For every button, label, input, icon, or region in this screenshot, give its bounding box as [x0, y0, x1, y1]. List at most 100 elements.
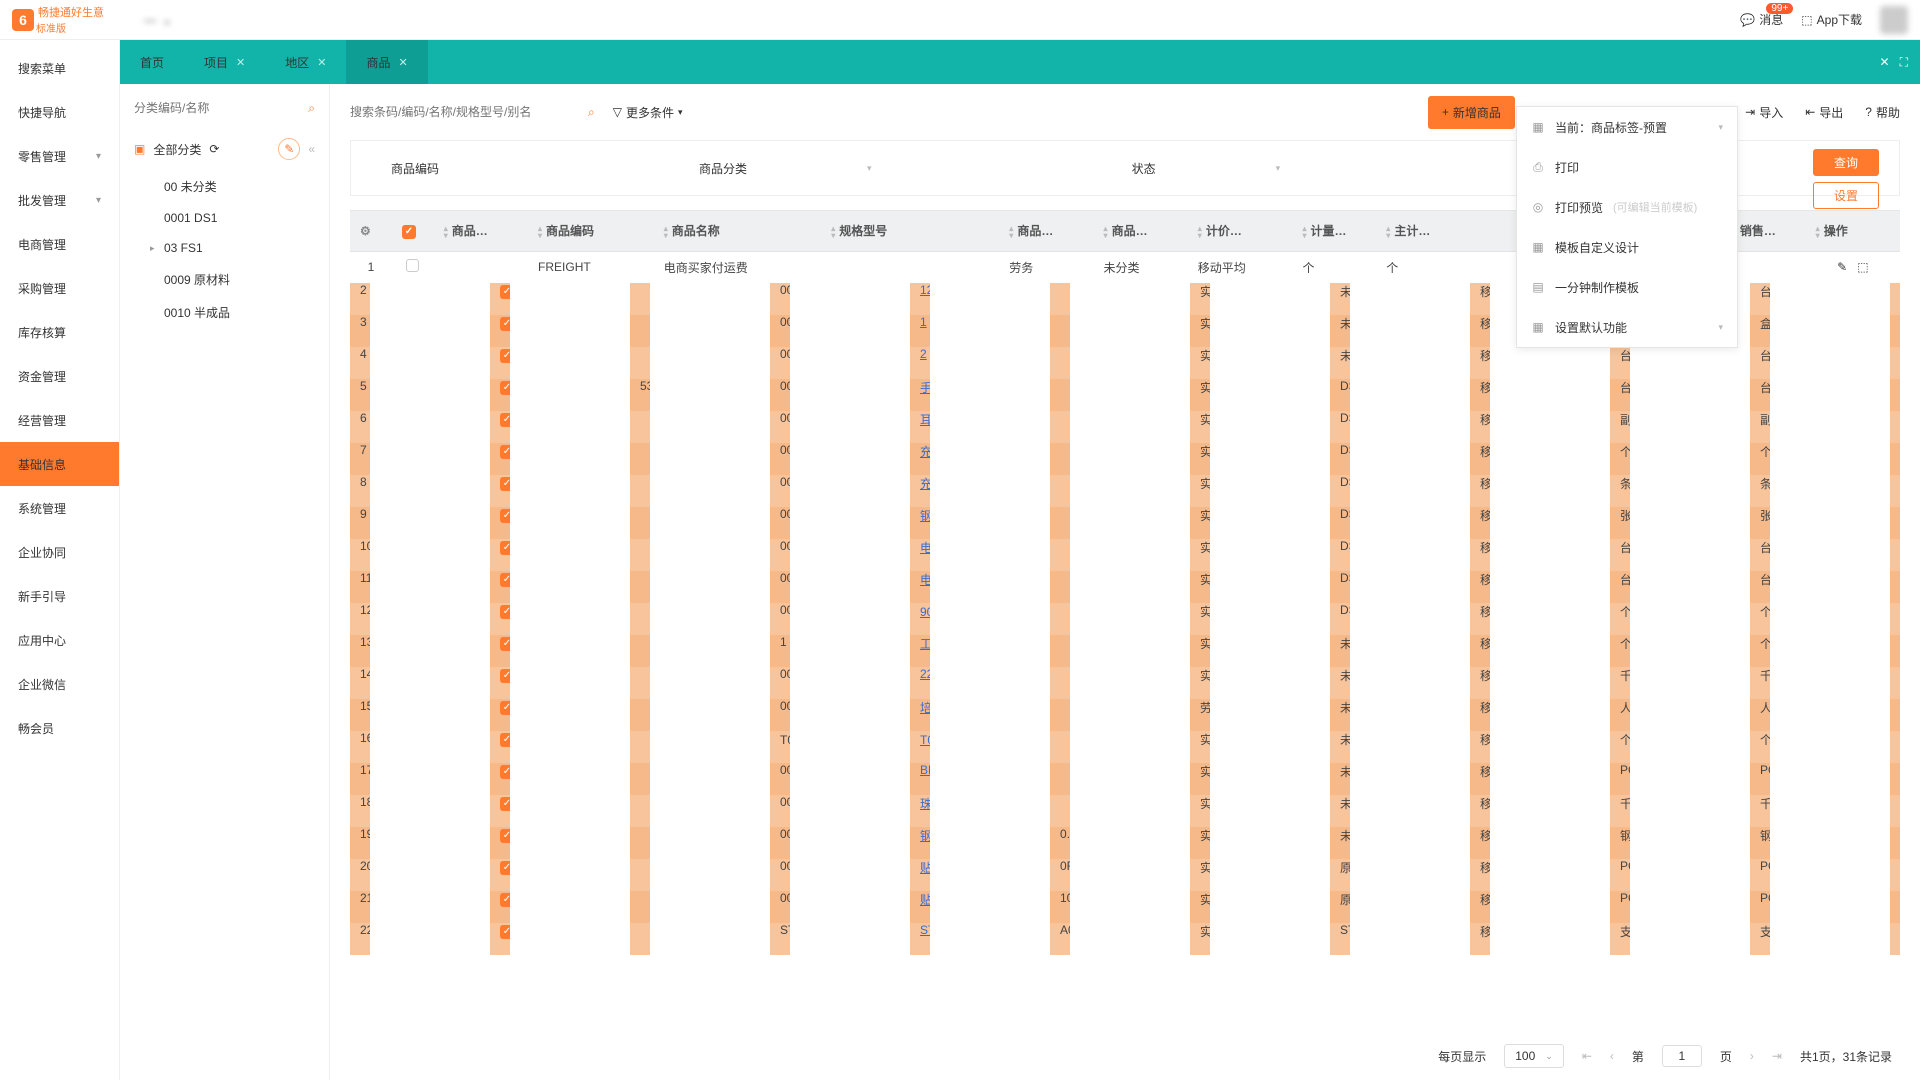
row-checkbox[interactable]: ✓: [500, 541, 510, 555]
pager-next-icon[interactable]: ›: [1750, 1049, 1754, 1063]
sidebar-item[interactable]: 新手引导: [0, 574, 119, 618]
tab[interactable]: 首页: [120, 40, 184, 84]
row-checkbox[interactable]: ✓: [500, 349, 510, 363]
tree-search-input[interactable]: [134, 101, 300, 115]
print-menu-item[interactable]: ▦设置默认功能▾: [1517, 307, 1737, 347]
product-name-link[interactable]: 1: [920, 315, 927, 329]
column-header[interactable]: ▴▾商品编码: [528, 211, 654, 251]
sidebar-item[interactable]: 库存核算: [0, 310, 119, 354]
product-name-link[interactable]: 电脑主机: [920, 573, 930, 587]
print-menu-item[interactable]: ◎打印预览(可编辑当前模板): [1517, 187, 1737, 227]
filter-category-select[interactable]: 商品分类▾: [699, 160, 872, 177]
app-download-button[interactable]: ⬚ App下载: [1801, 11, 1862, 28]
product-name-link[interactable]: 90小: [920, 605, 930, 619]
page-input[interactable]: [1662, 1045, 1702, 1067]
print-menu-item[interactable]: ⎙打印: [1517, 147, 1737, 187]
search-icon[interactable]: ⌕: [588, 105, 595, 120]
pager-first-icon[interactable]: ⇤: [1582, 1049, 1592, 1063]
product-name-link[interactable]: 钢化膜: [920, 509, 930, 523]
sidebar-item[interactable]: 畅会员: [0, 706, 119, 750]
tree-collapse-icon[interactable]: «: [308, 142, 315, 156]
product-name-link[interactable]: 122: [920, 283, 930, 297]
row-more-icon[interactable]: ⬚: [1857, 260, 1868, 274]
product-name-link[interactable]: 工具车HM318: [920, 637, 930, 651]
row-checkbox[interactable]: ✓: [500, 285, 510, 299]
product-name-link[interactable]: 222: [920, 667, 930, 681]
column-header[interactable]: ▴▾操作: [1806, 211, 1900, 251]
row-checkbox[interactable]: ✓: [500, 861, 510, 875]
product-name-link[interactable]: 耳机: [920, 413, 930, 427]
column-header[interactable]: ⚙: [350, 211, 392, 251]
tree-item[interactable]: 0009 原材料: [120, 263, 329, 296]
row-checkbox[interactable]: ✓: [500, 765, 510, 779]
product-name-link[interactable]: 2: [920, 347, 927, 361]
print-menu-item[interactable]: ▦模板自定义设计: [1517, 227, 1737, 267]
row-checkbox[interactable]: ✓: [500, 573, 510, 587]
row-checkbox[interactable]: ✓: [500, 509, 510, 523]
tree-item[interactable]: 0010 半成品: [120, 296, 329, 329]
sidebar-item[interactable]: 企业微信: [0, 662, 119, 706]
sidebar-item[interactable]: 应用中心: [0, 618, 119, 662]
product-name-link[interactable]: 贴片电阻: [920, 861, 930, 875]
select-all-checkbox[interactable]: ✓: [402, 225, 416, 239]
row-checkbox[interactable]: ✓: [500, 829, 510, 843]
product-name-link[interactable]: BLD10-23-1.1KW: [920, 763, 930, 777]
filter-status-select[interactable]: 状态▾: [1132, 160, 1281, 177]
column-header[interactable]: ▴▾商品…: [1094, 211, 1188, 251]
refresh-icon[interactable]: ⟳: [209, 142, 219, 156]
sidebar-item[interactable]: 零售管理▾: [0, 134, 119, 178]
tab[interactable]: 项目✕: [184, 40, 265, 84]
messages-button[interactable]: 💬 消息 99+: [1740, 11, 1783, 28]
sidebar-item[interactable]: 企业协同: [0, 530, 119, 574]
column-header[interactable]: ▴▾商品名称: [654, 211, 822, 251]
column-header[interactable]: ▴▾商品…: [434, 211, 528, 251]
row-checkbox[interactable]: ✓: [500, 317, 510, 331]
product-name-link[interactable]: 贴片电容: [920, 893, 930, 907]
pager-prev-icon[interactable]: ‹: [1610, 1049, 1614, 1063]
product-name-link[interactable]: 手机: [920, 381, 930, 395]
more-filters-button[interactable]: ▽ 更多条件 ▾: [613, 104, 683, 121]
row-checkbox[interactable]: ✓: [500, 477, 510, 491]
row-checkbox[interactable]: ✓: [500, 669, 510, 683]
column-header[interactable]: ▴▾主计…: [1376, 211, 1470, 251]
row-checkbox[interactable]: ✓: [500, 797, 510, 811]
product-name-link[interactable]: ST1.6*12: [920, 923, 930, 937]
tab-close-all-icon[interactable]: ✕: [1880, 55, 1890, 69]
search-icon[interactable]: ⌕: [308, 101, 315, 116]
help-button[interactable]: ?帮助: [1865, 104, 1900, 121]
tab[interactable]: 商品✕: [346, 40, 427, 84]
search-input[interactable]: [350, 105, 570, 119]
tree-item[interactable]: ▸03 FS1: [120, 233, 329, 263]
sidebar-item[interactable]: 系统管理: [0, 486, 119, 530]
product-name-link[interactable]: 培训费: [920, 701, 930, 715]
product-name-link[interactable]: 钢材: [920, 829, 930, 843]
product-name-link[interactable]: T0301白面黑带: [920, 733, 930, 747]
fullscreen-icon[interactable]: ⛶: [1900, 55, 1908, 70]
product-name-link[interactable]: 珠宝: [920, 797, 930, 811]
print-menu-item[interactable]: ▤一分钟制作模板: [1517, 267, 1737, 307]
avatar[interactable]: [1880, 6, 1908, 34]
column-header[interactable]: ▴▾计价…: [1188, 211, 1293, 251]
tree-item[interactable]: 0001 DS1: [120, 203, 329, 233]
row-checkbox[interactable]: [406, 259, 419, 272]
row-checkbox[interactable]: ✓: [500, 925, 510, 939]
sidebar-item[interactable]: 经营管理: [0, 398, 119, 442]
column-header[interactable]: ✓: [392, 211, 434, 251]
row-checkbox[interactable]: ✓: [500, 701, 510, 715]
row-checkbox[interactable]: ✓: [500, 637, 510, 651]
row-checkbox[interactable]: ✓: [500, 381, 510, 395]
gear-icon[interactable]: ⚙: [360, 224, 371, 238]
row-checkbox[interactable]: ✓: [500, 413, 510, 427]
row-checkbox[interactable]: ✓: [500, 605, 510, 619]
pager-last-icon[interactable]: ⇥: [1772, 1049, 1782, 1063]
row-checkbox[interactable]: ✓: [500, 733, 510, 747]
query-button[interactable]: 查询: [1813, 149, 1879, 176]
sidebar-item[interactable]: 基础信息: [0, 442, 119, 486]
tree-item[interactable]: 00 未分类: [120, 170, 329, 203]
tree-root-label[interactable]: 全部分类: [153, 141, 201, 158]
sidebar-item[interactable]: 搜索菜单: [0, 46, 119, 90]
sidebar-item[interactable]: 快捷导航: [0, 90, 119, 134]
row-checkbox[interactable]: ✓: [500, 445, 510, 459]
print-current-template[interactable]: ▦ 当前：商品标签-预置 ▾: [1517, 107, 1737, 147]
per-page-select[interactable]: 100⌄: [1504, 1044, 1564, 1068]
